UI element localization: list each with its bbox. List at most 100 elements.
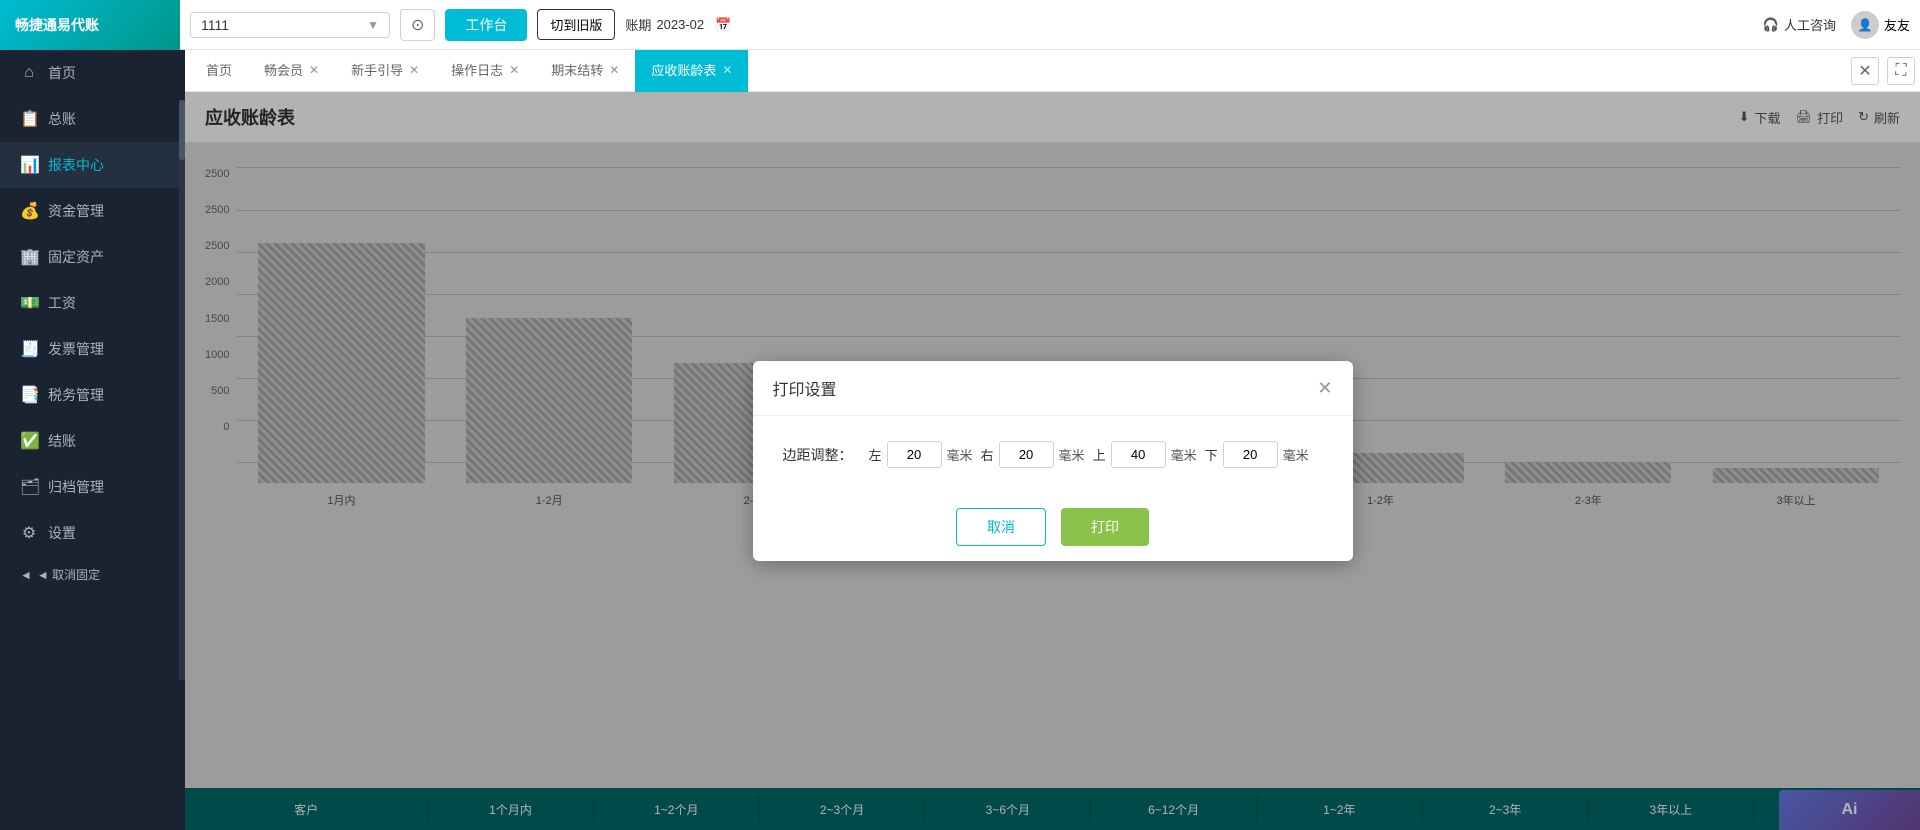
sidebar-item-tax[interactable]: 📑税务管理 [0, 372, 185, 418]
page-content: 应收账龄表 ⬇ 下载 🖨 打印 ↻ 刷新 [185, 92, 1920, 830]
dialog-close-button[interactable]: ✕ [1317, 378, 1332, 399]
tab-close-member[interactable]: ✕ [309, 63, 319, 77]
tab-label: 首页 [206, 60, 232, 79]
right-label: 右 [981, 445, 994, 464]
payroll-icon: 💵 [20, 293, 38, 313]
user-name: 友友 [1884, 15, 1910, 34]
right-margin-input[interactable] [999, 441, 1054, 468]
sidebar: ⌂首页 📋 总账 📊 报表中心 💰 资金管理 🏢 固定资产 💵 工资 🧾 发票管理 📑税务管理 ✅ 结账 🗂归档… [0, 50, 185, 830]
assets-icon: 🏢 [20, 247, 38, 267]
period-label: 账期 [625, 15, 651, 34]
sidebar-items: ⌂首页 📋 总账 📊 报表中心 💰 资金管理 🏢 固定资产 💵 工资 🧾 发票管理 📑税务管理 ✅ 结账 🗂归档… [0, 50, 185, 556]
sidebar-item-label: 归档管理 [48, 477, 104, 497]
margin-adjust-label: 边距调整： [783, 445, 853, 465]
tab-label: 新手引导 [351, 60, 403, 79]
tab-close-guide[interactable]: ✕ [409, 63, 419, 77]
content-area: 首页 畅会员 ✕ 新手引导 ✕ 操作日志 ✕ 期末结转 ✕ 应收账龄表 ✕ ✕ ⛶ 应收账龄表 ⬇ … [185, 50, 1920, 830]
sidebar-item-label: 报表中心 [48, 155, 104, 175]
home-icon: ⌂ [20, 64, 38, 82]
sidebar-item-payroll[interactable]: 💵 工资 [0, 280, 185, 326]
headset-icon: 🎧 [1763, 17, 1779, 33]
tab-closing[interactable]: 期末结转 ✕ [535, 50, 635, 92]
tab-close-aging[interactable]: ✕ [722, 63, 732, 77]
sidebar-item-invoice[interactable]: 🧾 发票管理 [0, 326, 185, 372]
funds-icon: 💰 [20, 201, 38, 221]
sidebar-item-label: 发票管理 [48, 339, 104, 359]
bottom-label: 下 [1205, 445, 1218, 464]
close-tab-button[interactable]: ✕ [1851, 57, 1879, 85]
sidebar-item-settings[interactable]: ⚙ 设置 [0, 510, 185, 556]
collapse-icon: ◄ [20, 568, 32, 582]
settings-icon: ⚙ [20, 523, 38, 543]
workbench-button[interactable]: 工作台 [445, 9, 527, 41]
collapse-label: ◄ 取消固定 [37, 566, 100, 583]
calendar-icon[interactable]: 📅 [715, 17, 731, 33]
sidebar-item-funds[interactable]: 💰 资金管理 [0, 188, 185, 234]
dialog-overlay: 打印设置 ✕ 边距调整： 左 毫米 [185, 92, 1920, 830]
tab-oplog[interactable]: 操作日志 ✕ [435, 50, 535, 92]
tax-icon: 📑 [20, 385, 38, 405]
logo-text: 畅捷通易代账 [15, 15, 99, 35]
tab-close-closing[interactable]: ✕ [609, 63, 619, 77]
tab-bar: 首页 畅会员 ✕ 新手引导 ✕ 操作日志 ✕ 期末结转 ✕ 应收账龄表 ✕ ✕ ⛶ [185, 50, 1920, 92]
ledger-icon: 📋 [20, 109, 38, 129]
page-inner: 应收账龄表 ⬇ 下载 🖨 打印 ↻ 刷新 [185, 92, 1920, 830]
right-unit: 毫米 [1059, 445, 1085, 464]
tab-aging[interactable]: 应收账龄表 ✕ [635, 50, 748, 92]
bottom-margin-group: 下 毫米 [1205, 441, 1309, 468]
sidebar-item-checkout[interactable]: ✅ 结账 [0, 418, 185, 464]
period-value: 2023-02 [656, 17, 704, 32]
right-margin-group: 右 毫米 [981, 441, 1085, 468]
tab-close-oplog[interactable]: ✕ [509, 63, 519, 77]
logo-area: 畅捷通易代账 [0, 0, 180, 50]
main-layout: ⌂首页📋总账📊报表中心💰资金管理🏢固定资产💵工资🧾发票管理📑税务管理✅结账🗂归档… [0, 50, 1920, 830]
sidebar-item-label: 总账 [48, 109, 76, 129]
tab-label: 畅会员 [264, 60, 303, 79]
support-button[interactable]: 🎧 人工咨询 [1763, 15, 1836, 34]
old-version-button[interactable]: 切到旧版 [537, 9, 615, 40]
sidebar-item-reports[interactable]: 📊 报表中心 [0, 142, 185, 188]
dropdown-icon: ▼ [367, 18, 379, 32]
checkout-icon: ✅ [20, 431, 38, 451]
top-margin-group: 上 毫米 [1093, 441, 1197, 468]
period-area: 账期 2023-02 📅 [625, 15, 731, 34]
top-margin-input[interactable] [1111, 441, 1166, 468]
company-selector[interactable]: 1111 ▼ [190, 12, 390, 38]
print-settings-dialog: 打印设置 ✕ 边距调整： 左 毫米 [753, 361, 1353, 561]
tab-member[interactable]: 畅会员 ✕ [248, 50, 335, 92]
top-label: 上 [1093, 445, 1106, 464]
tab-guide[interactable]: 新手引导 ✕ [335, 50, 435, 92]
dialog-footer: 取消 打印 [753, 493, 1353, 561]
user-area[interactable]: 👤 友友 [1851, 11, 1910, 39]
tab-label: 期末结转 [551, 60, 603, 79]
top-unit: 毫米 [1171, 445, 1197, 464]
margin-row: 边距调整： 左 毫米 右 毫米 [783, 441, 1323, 468]
maximize-tab-button[interactable]: ⛶ [1887, 57, 1915, 85]
tab-home[interactable]: 首页 [190, 50, 248, 92]
sidebar-item-label: 设置 [48, 523, 76, 543]
bottom-margin-input[interactable] [1223, 441, 1278, 468]
company-name: 1111 [201, 17, 359, 33]
cancel-button[interactable]: 取消 [956, 508, 1046, 546]
confirm-print-button[interactable]: 打印 [1061, 508, 1149, 546]
left-margin-input[interactable] [887, 441, 942, 468]
sidebar-item-label: 工资 [48, 293, 76, 313]
sidebar-item-ledger[interactable]: 📋 总账 [0, 96, 185, 142]
sidebar-item-label: 结账 [48, 431, 76, 451]
sidebar-item-label: 资金管理 [48, 201, 104, 221]
copy-button[interactable]: ⊙ [400, 9, 435, 41]
reports-icon: 📊 [20, 155, 38, 175]
dialog-title: 打印设置 [773, 376, 1318, 400]
sidebar-item-label: 固定资产 [48, 247, 104, 267]
tab-label: 操作日志 [451, 60, 503, 79]
left-unit: 毫米 [947, 445, 973, 464]
sidebar-collapse[interactable]: ◄ ◄ 取消固定 [0, 556, 185, 593]
tabs-container: 首页 畅会员 ✕ 新手引导 ✕ 操作日志 ✕ 期末结转 ✕ 应收账龄表 ✕ [190, 50, 748, 92]
invoice-icon: 🧾 [20, 339, 38, 359]
sidebar-item-assets[interactable]: 🏢 固定资产 [0, 234, 185, 280]
sidebar-item-archive[interactable]: 🗂归档管理 [0, 464, 185, 510]
bottom-unit: 毫米 [1283, 445, 1309, 464]
top-header: 畅捷通易代账 1111 ▼ ⊙ 工作台 切到旧版 账期 2023-02 📅 🎧 … [0, 0, 1920, 50]
sidebar-item-home[interactable]: ⌂首页 [0, 50, 185, 96]
tab-label: 应收账龄表 [651, 60, 716, 79]
